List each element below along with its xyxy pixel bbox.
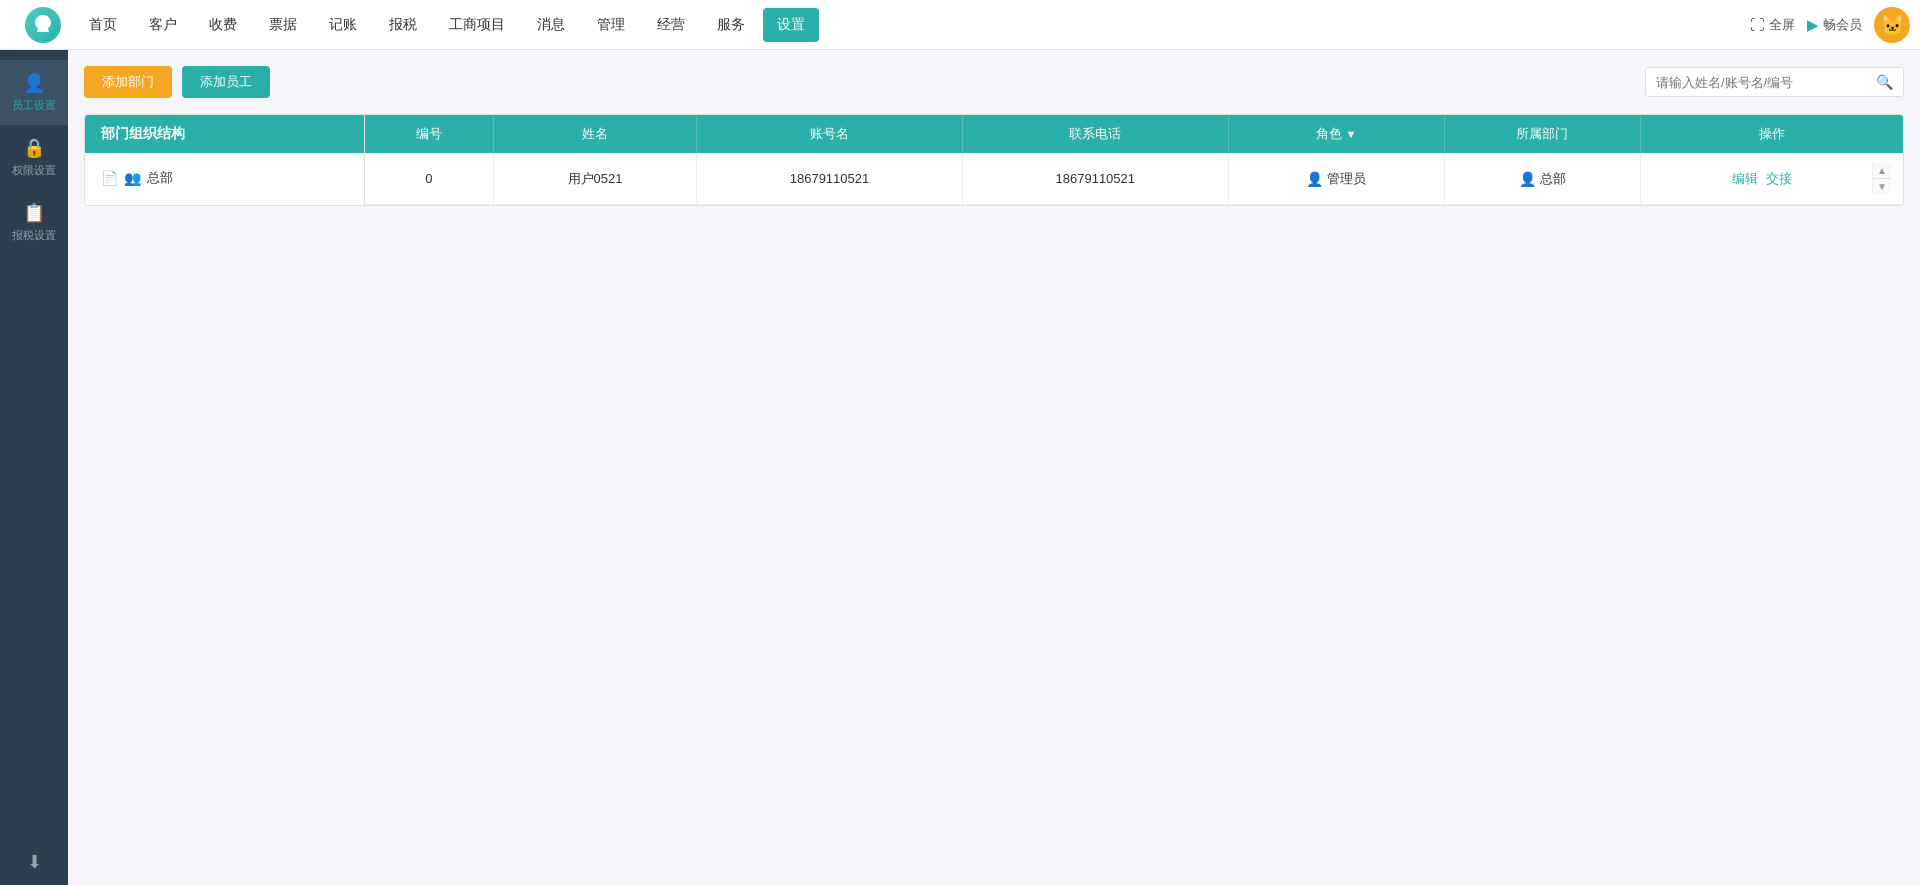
nav-item-工商项目[interactable]: 工商项目	[435, 8, 519, 42]
search-box: 🔍	[1645, 67, 1904, 97]
col-name: 姓名	[493, 115, 696, 153]
sidebar-download-button[interactable]: ⬇	[0, 839, 68, 885]
nav-item-收费[interactable]: 收费	[195, 8, 251, 42]
search-input[interactable]	[1646, 69, 1866, 96]
cell-action: 编辑 交接 ▲ ▼	[1640, 153, 1903, 205]
tax-icon: 📋	[23, 202, 45, 224]
table-header-row: 编号 姓名 账号名 联系电话 角色 ▼ 所属部门 操作	[365, 115, 1903, 153]
employee-table: 编号 姓名 账号名 联系电话 角色 ▼ 所属部门 操作 0	[365, 115, 1903, 205]
lock-icon: 🔒	[23, 137, 45, 159]
cell-dept: 👤 总部	[1444, 153, 1640, 205]
nav-right: ⛶ 全屏 ▶ 畅会员 🐱	[1750, 7, 1910, 43]
sidebar: 👤 员工设置 🔒 权限设置 📋 报税设置 ⬇	[0, 50, 68, 885]
left-panel: 部门组织结构 📄 👥 总部	[85, 115, 365, 205]
role-label: 管理员	[1327, 170, 1366, 188]
transfer-link[interactable]: 交接	[1766, 170, 1792, 188]
content-area: 部门组织结构 📄 👥 总部 编号 姓名 账号名 联系电话	[84, 114, 1904, 206]
dept-icon: 📄	[101, 170, 118, 186]
toolbar: 添加部门 添加员工 🔍	[84, 66, 1904, 98]
col-id: 编号	[365, 115, 493, 153]
download-icon: ⬇	[27, 851, 42, 873]
col-phone: 联系电话	[962, 115, 1228, 153]
table-row: 0 用户0521 18679110521 18679110521 👤 管理员	[365, 153, 1903, 205]
right-panel: 编号 姓名 账号名 联系电话 角色 ▼ 所属部门 操作 0	[365, 115, 1903, 205]
nav-item-设置[interactable]: 设置	[763, 8, 819, 42]
cell-name: 用户0521	[493, 153, 696, 205]
nav-item-消息[interactable]: 消息	[523, 8, 579, 42]
scroll-up-button[interactable]: ▲	[1873, 163, 1891, 179]
panel-header: 部门组织结构	[85, 115, 364, 153]
cell-phone: 18679110521	[962, 153, 1228, 205]
table-body: 0 用户0521 18679110521 18679110521 👤 管理员	[365, 153, 1903, 205]
sidebar-item-employee[interactable]: 👤 员工设置	[0, 60, 68, 125]
add-dept-button[interactable]: 添加部门	[84, 66, 172, 98]
tree-item-headquarters[interactable]: 📄 👥 总部	[101, 165, 348, 191]
nav-item-经营[interactable]: 经营	[643, 8, 699, 42]
dept-person-icon: 👤	[1519, 171, 1536, 187]
sidebar-item-permission[interactable]: 🔒 权限设置	[0, 125, 68, 190]
col-account: 账号名	[697, 115, 963, 153]
dept-label: 总部	[147, 169, 173, 187]
logo-icon	[25, 7, 61, 43]
employee-icon: 👤	[23, 72, 45, 94]
fullscreen-button[interactable]: ⛶ 全屏	[1750, 16, 1795, 34]
edit-link[interactable]: 编辑	[1732, 170, 1758, 188]
dept-value: 总部	[1540, 170, 1566, 188]
nav-item-客户[interactable]: 客户	[135, 8, 191, 42]
avatar[interactable]: 🐱	[1874, 7, 1910, 43]
role-filter-icon: ▼	[1346, 128, 1357, 140]
top-nav: 首页客户收费票据记账报税工商项目消息管理经营服务设置 ⛶ 全屏 ▶ 畅会员 🐱	[0, 0, 1920, 50]
cell-id: 0	[365, 153, 493, 205]
nav-item-首页[interactable]: 首页	[75, 8, 131, 42]
col-role[interactable]: 角色 ▼	[1228, 115, 1444, 153]
add-employee-button[interactable]: 添加员工	[182, 66, 270, 98]
person-group-icon: 👥	[124, 170, 141, 186]
main-content: 添加部门 添加员工 🔍 部门组织结构 📄 👥 总部 编	[68, 50, 1920, 885]
tree-area: 📄 👥 总部	[85, 153, 364, 203]
row-scroll-buttons: ▲ ▼	[1872, 163, 1891, 194]
sidebar-item-tax[interactable]: 📋 报税设置	[0, 190, 68, 255]
col-action: 操作	[1640, 115, 1903, 153]
nav-item-记账[interactable]: 记账	[315, 8, 371, 42]
search-button[interactable]: 🔍	[1866, 68, 1903, 96]
member-button[interactable]: ▶ 畅会员	[1807, 16, 1862, 34]
logo[interactable]	[10, 7, 75, 43]
role-person-icon: 👤	[1306, 171, 1323, 187]
cell-role: 👤 管理员	[1228, 153, 1444, 205]
nav-items: 首页客户收费票据记账报税工商项目消息管理经营服务设置	[75, 8, 1750, 42]
nav-item-服务[interactable]: 服务	[703, 8, 759, 42]
nav-item-票据[interactable]: 票据	[255, 8, 311, 42]
col-dept: 所属部门	[1444, 115, 1640, 153]
nav-item-管理[interactable]: 管理	[583, 8, 639, 42]
nav-item-报税[interactable]: 报税	[375, 8, 431, 42]
scroll-down-button[interactable]: ▼	[1873, 179, 1891, 194]
cell-account: 18679110521	[697, 153, 963, 205]
